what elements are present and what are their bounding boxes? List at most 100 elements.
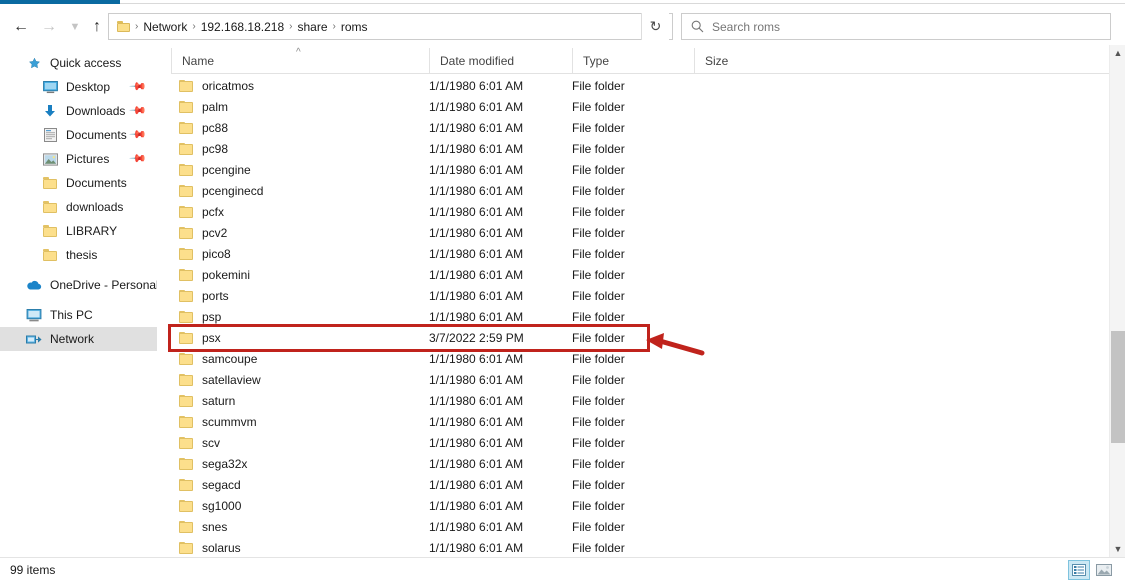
pin-icon[interactable]: 📌	[129, 77, 148, 96]
sidebar-item-pictures[interactable]: Pictures 📌	[0, 147, 157, 171]
type-cell: File folder	[572, 372, 625, 387]
sidebar-item-documents-library[interactable]: Documents 📌	[0, 123, 157, 147]
file-name-label: pcv2	[202, 225, 228, 240]
sidebar-item-downloads[interactable]: Downloads 📌	[0, 99, 157, 123]
table-row[interactable]: samcoupe 1/1/1980 6:01 AM File folder	[171, 348, 1111, 369]
breadcrumb-host[interactable]: 192.168.18.218	[197, 18, 288, 36]
breadcrumb-network[interactable]: Network	[139, 18, 191, 36]
sidebar-item-desktop[interactable]: Desktop 📌	[0, 75, 157, 99]
sidebar-item-thesis[interactable]: thesis	[0, 243, 157, 267]
sidebar-item-downloads-folder[interactable]: downloads	[0, 195, 157, 219]
column-header-date-modified[interactable]: Date modified	[429, 47, 572, 74]
date-modified-cell: 1/1/1980 6:01 AM	[429, 372, 524, 387]
vertical-scrollbar[interactable]: ▲ ▼	[1109, 45, 1125, 557]
file-name-cell: solarus	[171, 541, 429, 555]
table-row[interactable]: saturn 1/1/1980 6:01 AM File folder	[171, 390, 1111, 411]
file-name-cell: pcengine	[171, 163, 429, 177]
table-row[interactable]: pico8 1/1/1980 6:01 AM File folder	[171, 243, 1111, 264]
table-row[interactable]: sg1000 1/1/1980 6:01 AM File folder	[171, 495, 1111, 516]
table-row[interactable]: pcenginecd 1/1/1980 6:01 AM File folder	[171, 180, 1111, 201]
scroll-down-arrow-icon[interactable]: ▼	[1110, 541, 1125, 557]
sidebar-item-network[interactable]: Network	[0, 327, 157, 351]
type-cell: File folder	[572, 78, 625, 93]
sidebar-label: Desktop	[66, 80, 111, 94]
table-row[interactable]: pcv2 1/1/1980 6:01 AM File folder	[171, 222, 1111, 243]
file-name-label: solarus	[202, 540, 241, 555]
search-box[interactable]: Search roms	[681, 13, 1111, 40]
sidebar-item-library[interactable]: LIBRARY	[0, 219, 157, 243]
pin-icon[interactable]: 📌	[129, 125, 148, 144]
scrollbar-thumb[interactable]	[1111, 331, 1125, 443]
address-bar[interactable]: › Network › 192.168.18.218 › share › rom…	[108, 13, 673, 40]
pin-icon[interactable]: 📌	[129, 101, 148, 120]
sidebar-item-documents-folder[interactable]: Documents	[0, 171, 157, 195]
date-modified-cell: 1/1/1980 6:01 AM	[429, 99, 524, 114]
table-row[interactable]: pc88 1/1/1980 6:01 AM File folder	[171, 117, 1111, 138]
folder-icon	[179, 541, 193, 554]
sidebar-item-onedrive[interactable]: OneDrive - Personal	[0, 273, 157, 297]
file-name-label: samcoupe	[202, 351, 258, 366]
file-name-cell: satellaview	[171, 373, 429, 387]
scroll-up-arrow-icon[interactable]: ▲	[1110, 45, 1125, 61]
sidebar-item-this-pc[interactable]: This PC	[0, 303, 157, 327]
file-name-cell: scv	[171, 436, 429, 450]
file-name-label: segacd	[202, 477, 241, 492]
table-row[interactable]: pcengine 1/1/1980 6:01 AM File folder	[171, 159, 1111, 180]
column-header-size[interactable]: Size	[694, 47, 764, 74]
type-cell: File folder	[572, 414, 625, 429]
table-row[interactable]: solarus 1/1/1980 6:01 AM File folder	[171, 537, 1111, 557]
refresh-icon[interactable]: ↻	[641, 13, 669, 40]
file-name-cell: sg1000	[171, 499, 429, 513]
search-input[interactable]: Search roms	[712, 20, 780, 34]
table-row[interactable]: pc98 1/1/1980 6:01 AM File folder	[171, 138, 1111, 159]
sidebar-label: thesis	[66, 248, 98, 262]
table-row[interactable]: scummvm 1/1/1980 6:01 AM File folder	[171, 411, 1111, 432]
date-modified-cell: 1/1/1980 6:01 AM	[429, 414, 524, 429]
table-row[interactable]: ports 1/1/1980 6:01 AM File folder	[171, 285, 1111, 306]
column-header-type[interactable]: Type	[572, 47, 694, 74]
file-name-label: pokemini	[202, 267, 251, 282]
table-row[interactable]: scv 1/1/1980 6:01 AM File folder	[171, 432, 1111, 453]
folder-icon	[40, 175, 60, 191]
table-row[interactable]: palm 1/1/1980 6:01 AM File folder	[171, 96, 1111, 117]
folder-icon	[179, 142, 193, 155]
breadcrumb-roms[interactable]: roms	[337, 18, 372, 36]
file-name-label: palm	[202, 99, 229, 114]
folder-icon	[179, 331, 193, 344]
date-modified-cell: 1/1/1980 6:01 AM	[429, 267, 524, 282]
file-name-label: scv	[202, 435, 220, 450]
date-modified-cell: 1/1/1980 6:01 AM	[429, 309, 524, 324]
table-row[interactable]: oricatmos 1/1/1980 6:01 AM File folder	[171, 75, 1111, 96]
file-name-label: psp	[202, 309, 222, 324]
type-cell: File folder	[572, 456, 625, 471]
column-header-row: ^ Name Date modified Type Size	[171, 47, 1111, 74]
file-name-label: pc98	[202, 141, 229, 156]
documents-icon	[40, 127, 60, 143]
file-name-cell: pcenginecd	[171, 184, 429, 198]
up-arrow-icon[interactable]: ↑	[84, 15, 110, 39]
details-view-icon[interactable]	[1068, 560, 1090, 580]
table-row[interactable]: psp 1/1/1980 6:01 AM File folder	[171, 306, 1111, 327]
table-row[interactable]: pcfx 1/1/1980 6:01 AM File folder	[171, 201, 1111, 222]
table-row[interactable]: sega32x 1/1/1980 6:01 AM File folder	[171, 453, 1111, 474]
navigation-bar: ← → ▼ ↑ › Network › 192.168.18.218 › sha…	[0, 7, 1125, 45]
table-row[interactable]: segacd 1/1/1980 6:01 AM File folder	[171, 474, 1111, 495]
sidebar-label: LIBRARY	[66, 224, 118, 238]
file-name-cell: ports	[171, 289, 429, 303]
date-modified-cell: 1/1/1980 6:01 AM	[429, 246, 524, 261]
type-cell: File folder	[572, 393, 625, 408]
back-arrow-icon[interactable]: ←	[8, 15, 34, 39]
forward-arrow-icon[interactable]: →	[36, 15, 62, 39]
sidebar-item-quick-access[interactable]: Quick access	[0, 51, 157, 75]
large-icons-view-icon[interactable]	[1093, 560, 1115, 580]
folder-icon	[179, 436, 193, 449]
table-row[interactable]: snes 1/1/1980 6:01 AM File folder	[171, 516, 1111, 537]
type-cell: File folder	[572, 120, 625, 135]
table-row[interactable]: satellaview 1/1/1980 6:01 AM File folder	[171, 369, 1111, 390]
table-row[interactable]: pokemini 1/1/1980 6:01 AM File folder	[171, 264, 1111, 285]
file-name-label: pc88	[202, 120, 229, 135]
pin-icon[interactable]: 📌	[129, 149, 148, 168]
breadcrumb-share[interactable]: share	[293, 18, 331, 36]
file-name-label: scummvm	[202, 414, 257, 429]
table-row[interactable]: psx 3/7/2022 2:59 PM File folder	[171, 327, 1111, 348]
